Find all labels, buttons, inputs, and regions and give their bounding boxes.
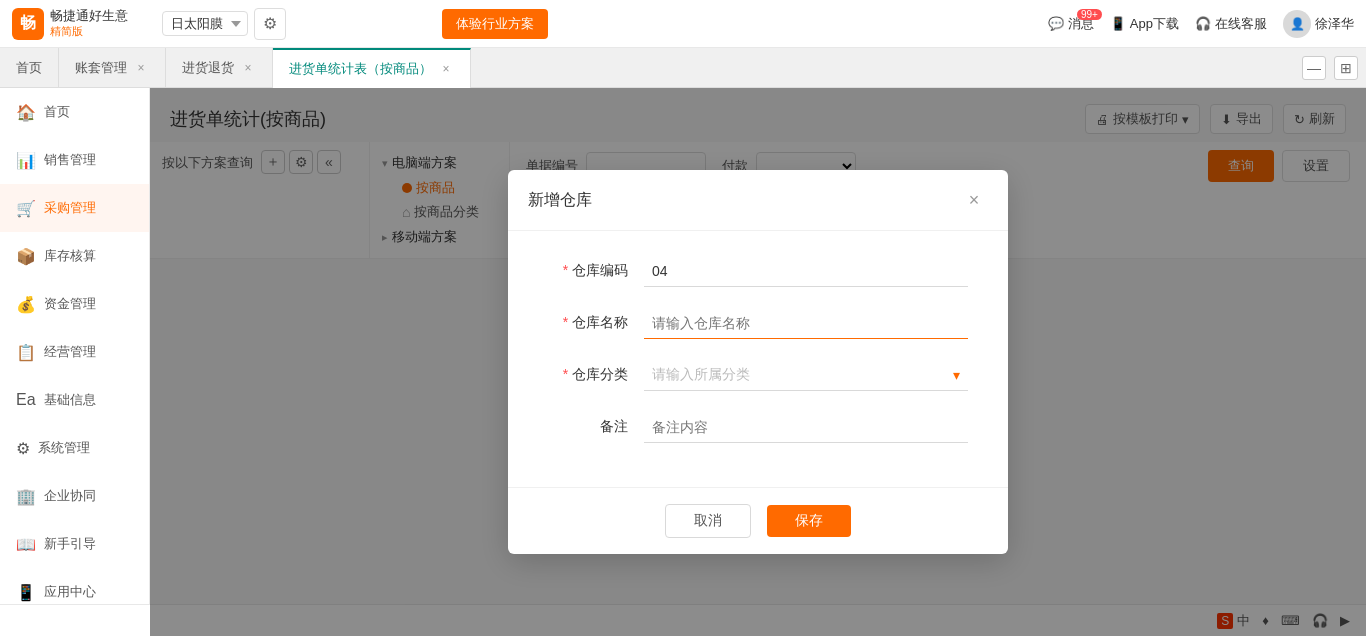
tab-bar-right: — ⊞	[1302, 56, 1366, 80]
modal-close-button[interactable]: ×	[960, 186, 988, 214]
form-row-remark: 备注	[548, 411, 968, 443]
basic-info-icon: Ea	[16, 391, 36, 409]
statistics-tab-label: 进货单统计表（按商品）	[289, 60, 432, 78]
tab-bar: 首页 账套管理 × 进货退货 × 进货单统计表（按商品） × — ⊞	[0, 48, 1366, 88]
content-area: 进货单统计(按商品) 🖨 按模板打印 ▾ ⬇ 导出 ↻ 刷新	[150, 88, 1366, 636]
search-area: 日太阳膜 ⚙	[162, 8, 442, 40]
sidebar: 🏠 首页 📊 销售管理 🛒 采购管理 📦 库存核算 💰 资金管理 📋 经营管理 …	[0, 88, 150, 636]
sidebar-label-purchase: 采购管理	[44, 199, 96, 217]
sidebar-item-sales[interactable]: 📊 销售管理	[0, 136, 149, 184]
logo-icon: 畅	[12, 8, 44, 40]
accounts-tab-label: 账套管理	[75, 59, 127, 77]
sidebar-item-inventory[interactable]: 📦 库存核算	[0, 232, 149, 280]
operations-icon: 📋	[16, 343, 36, 362]
returns-tab-close[interactable]: ×	[240, 60, 256, 76]
tab-minus-btn[interactable]: —	[1302, 56, 1326, 80]
remark-input[interactable]	[644, 411, 968, 443]
sidebar-item-guide[interactable]: 📖 新手引导	[0, 520, 149, 568]
sidebar-item-basic-info[interactable]: Ea 基础信息	[0, 376, 149, 424]
modal-overlay: 新增仓库 × 仓库编码 仓库名称	[150, 88, 1366, 636]
modal-body: 仓库编码 仓库名称 仓库分类 请输入所属分类 ▾	[508, 231, 1008, 487]
category-chevron-icon: ▾	[953, 367, 960, 383]
category-select[interactable]: 请输入所属分类 ▾	[644, 359, 968, 391]
name-label: 仓库名称	[548, 314, 628, 332]
tab-statistics[interactable]: 进货单统计表（按商品） ×	[273, 48, 471, 88]
category-placeholder: 请输入所属分类	[652, 366, 750, 384]
category-label: 仓库分类	[548, 366, 628, 384]
sidebar-label-enterprise: 企业协同	[44, 487, 96, 505]
sidebar-label-inventory: 库存核算	[44, 247, 96, 265]
tab-accounts[interactable]: 账套管理 ×	[59, 48, 166, 88]
sidebar-label-sales: 销售管理	[44, 151, 96, 169]
nav-right: 💬 消息 99+ 📱 App下载 🎧 在线客服 👤 徐泽华	[1048, 10, 1354, 38]
sidebar-label-apps: 应用中心	[44, 583, 96, 601]
inventory-icon: 📦	[16, 247, 36, 266]
top-navigation: 畅 畅捷通好生意 精简版 日太阳膜 ⚙ 体验行业方案 💬 消息 99+ 📱 Ap…	[0, 0, 1366, 48]
logo-text-block: 畅捷通好生意 精简版	[50, 8, 128, 39]
home-icon: 🏠	[16, 103, 36, 122]
guide-icon: 📖	[16, 535, 36, 554]
sidebar-item-operations[interactable]: 📋 经营管理	[0, 328, 149, 376]
sidebar-item-system[interactable]: ⚙ 系统管理	[0, 424, 149, 472]
shop-selector[interactable]: 日太阳膜	[162, 11, 248, 36]
main-layout: 🏠 首页 📊 销售管理 🛒 采购管理 📦 库存核算 💰 资金管理 📋 经营管理 …	[0, 88, 1366, 636]
message-badge: 99+	[1077, 9, 1102, 20]
app-download-label: App下载	[1130, 15, 1179, 33]
logo-area: 畅 畅捷通好生意 精简版	[12, 8, 162, 40]
online-service-item[interactable]: 🎧 在线客服	[1195, 15, 1267, 33]
modal-header: 新增仓库 ×	[508, 170, 1008, 231]
sidebar-label-guide: 新手引导	[44, 535, 96, 553]
add-warehouse-modal: 新增仓库 × 仓库编码 仓库名称	[508, 170, 1008, 554]
form-row-code: 仓库编码	[548, 255, 968, 287]
sidebar-label-finance: 资金管理	[44, 295, 96, 313]
modal-title: 新增仓库	[528, 190, 592, 211]
logo-text: 畅捷通好生意	[50, 8, 128, 24]
returns-tab-label: 进货退货	[182, 59, 234, 77]
name-input[interactable]	[644, 307, 968, 339]
tab-returns[interactable]: 进货退货 ×	[166, 48, 273, 88]
sidebar-label-operations: 经营管理	[44, 343, 96, 361]
online-service-label: 在线客服	[1215, 15, 1267, 33]
accounts-tab-close[interactable]: ×	[133, 60, 149, 76]
sidebar-label-home: 首页	[44, 103, 70, 121]
trial-button[interactable]: 体验行业方案	[442, 9, 548, 39]
remark-label: 备注	[548, 418, 628, 436]
home-tab-label: 首页	[16, 59, 42, 77]
cancel-button[interactable]: 取消	[665, 504, 751, 538]
sidebar-label-system: 系统管理	[38, 439, 90, 457]
sales-icon: 📊	[16, 151, 36, 170]
form-row-name: 仓库名称	[548, 307, 968, 339]
purchase-icon: 🛒	[16, 199, 36, 218]
code-label: 仓库编码	[548, 262, 628, 280]
logo-sub: 精简版	[50, 24, 128, 39]
sidebar-label-basic-info: 基础信息	[44, 391, 96, 409]
system-icon: ⚙	[16, 439, 30, 458]
sidebar-item-finance[interactable]: 💰 资金管理	[0, 280, 149, 328]
statistics-tab-close[interactable]: ×	[438, 61, 454, 77]
apps-icon: 📱	[16, 583, 36, 602]
phone-icon: 📱	[1110, 16, 1126, 31]
app-download-item[interactable]: 📱 App下载	[1110, 15, 1179, 33]
tab-home[interactable]: 首页	[0, 48, 59, 88]
message-icon: 💬	[1048, 16, 1064, 31]
sidebar-item-home[interactable]: 🏠 首页	[0, 88, 149, 136]
sidebar-item-enterprise[interactable]: 🏢 企业协同	[0, 472, 149, 520]
enterprise-icon: 🏢	[16, 487, 36, 506]
code-input[interactable]	[644, 255, 968, 287]
headset-icon: 🎧	[1195, 16, 1211, 31]
modal-footer: 取消 保存	[508, 487, 1008, 554]
save-button[interactable]: 保存	[767, 505, 851, 537]
finance-icon: 💰	[16, 295, 36, 314]
tab-expand-btn[interactable]: ⊞	[1334, 56, 1358, 80]
form-row-category: 仓库分类 请输入所属分类 ▾	[548, 359, 968, 391]
avatar-circle: 👤	[1283, 10, 1311, 38]
user-avatar[interactable]: 👤 徐泽华	[1283, 10, 1354, 38]
username-label: 徐泽华	[1315, 15, 1354, 33]
gear-button[interactable]: ⚙	[254, 8, 286, 40]
sidebar-item-purchase[interactable]: 🛒 采购管理	[0, 184, 149, 232]
message-item[interactable]: 💬 消息 99+	[1048, 15, 1094, 33]
